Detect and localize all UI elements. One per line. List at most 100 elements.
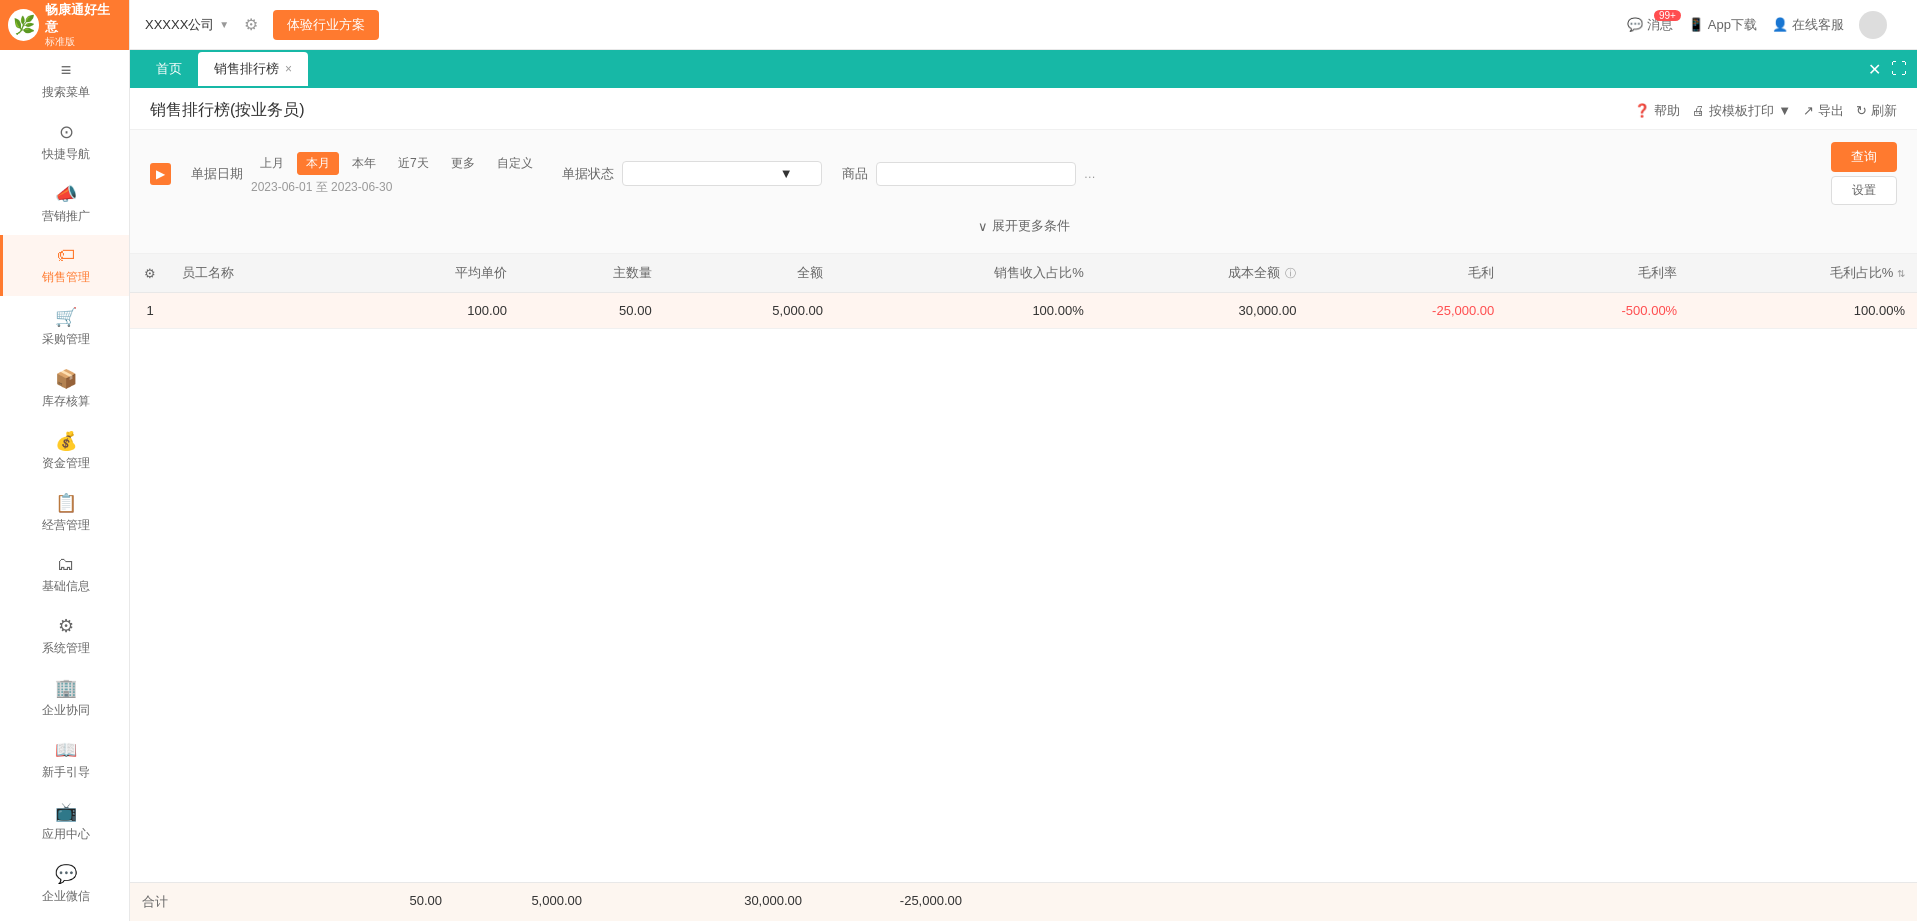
sidebar-item-search[interactable]: ≡ 搜索菜单: [0, 50, 129, 111]
message-button[interactable]: 💬 消息 99+: [1627, 16, 1673, 34]
message-icon: 💬: [1627, 17, 1643, 32]
tab-sales-ranking[interactable]: 销售排行榜 ×: [198, 52, 308, 86]
col-cost: 成本全额 ⓘ: [1096, 254, 1309, 293]
table-container: ⚙ 员工名称 平均单价 主数量 全额 销售收入占比% 成本全额 ⓘ 毛利 毛利率: [130, 254, 1917, 882]
footer-label: 合计: [142, 893, 342, 911]
service-icon: 👤: [1772, 17, 1788, 32]
status-select-arrow: ▼: [780, 166, 793, 181]
expand-window-icon[interactable]: ⛶: [1891, 60, 1907, 78]
tab-close-icon[interactable]: ×: [285, 62, 292, 76]
main-area: XXXXX公司 ▼ ⚙ 体验行业方案 💬 消息 99+ 📱 App下载 👤 在线…: [130, 0, 1917, 921]
col-settings[interactable]: ⚙: [130, 254, 170, 293]
sidebar-item-shortcut[interactable]: ⊙ 快捷导航: [0, 111, 129, 173]
export-button[interactable]: ↗ 导出: [1803, 102, 1844, 120]
system-icon: ⚙: [58, 615, 74, 637]
online-service-button[interactable]: 👤 在线客服: [1772, 16, 1844, 34]
inventory-icon: 📦: [55, 368, 77, 390]
guide-icon: 📖: [55, 739, 77, 761]
cell-main-qty: 50.00: [519, 293, 664, 329]
trial-button[interactable]: 体验行业方案: [273, 10, 379, 40]
operations-icon: 📋: [55, 492, 77, 514]
appstore-icon: 📺: [55, 801, 77, 823]
goods-filter-label: 商品: [842, 165, 868, 183]
sidebar-item-sales[interactable]: 🏷 销售管理: [0, 235, 129, 296]
cell-gross-rate: -500.00%: [1506, 293, 1689, 329]
status-filter-group: 单据状态 ▼: [562, 161, 822, 186]
sidebar-item-inventory[interactable]: 📦 库存核算: [0, 358, 129, 420]
tabbar: 首页 销售排行榜 × ✕ ⛶: [130, 50, 1917, 88]
close-window-icon[interactable]: ✕: [1868, 60, 1881, 79]
page-header: 销售排行榜(按业务员) ❓ 帮助 🖨 按模板打印 ▼ ↗ 导出 ↻ 刷新: [130, 88, 1917, 130]
user-avatar[interactable]: [1859, 11, 1887, 39]
filter-row-1: ▶ 单据日期 上月 本月 本年 近7天 更多 自定义 20: [150, 142, 1897, 205]
expand-more-button[interactable]: ∨ 展开更多条件: [156, 217, 1891, 235]
home-tab-label: 首页: [156, 60, 182, 78]
sidebar-item-appstore[interactable]: 📺 应用中心: [0, 791, 129, 853]
topbar: XXXXX公司 ▼ ⚙ 体验行业方案 💬 消息 99+ 📱 App下载 👤 在线…: [130, 0, 1917, 50]
sidebar-item-guide[interactable]: 📖 新手引导: [0, 729, 129, 791]
sidebar-item-member[interactable]: 👑 畅会员: [0, 915, 129, 921]
print-button[interactable]: 🖨 按模板打印 ▼: [1692, 102, 1791, 120]
help-button[interactable]: ❓ 帮助: [1634, 102, 1680, 120]
footer-main-qty: 50.00: [362, 893, 442, 911]
cell-gross-pct: 100.00%: [1689, 293, 1917, 329]
goods-input[interactable]: [876, 162, 1076, 186]
settings-button[interactable]: 设置: [1831, 176, 1897, 205]
cell-sales-pct: 100.00%: [835, 293, 1096, 329]
filter-actions: 查询 设置: [1831, 142, 1897, 205]
sidebar-item-finance[interactable]: 💰 资金管理: [0, 420, 129, 482]
service-label: 在线客服: [1792, 16, 1844, 34]
col-gross: 毛利: [1308, 254, 1506, 293]
sidebar-item-wechat[interactable]: 💬 企业微信: [0, 853, 129, 915]
gross-pct-sort-icon[interactable]: ⇅: [1897, 268, 1905, 279]
sidebar-item-marketing[interactable]: 📣 营销推广: [0, 173, 129, 235]
sidebar-item-system[interactable]: ⚙ 系统管理: [0, 605, 129, 667]
date-tab-this-month[interactable]: 本月: [297, 152, 339, 175]
company-name: XXXXX公司: [145, 16, 214, 34]
sidebar-item-operations[interactable]: 📋 经营管理: [0, 482, 129, 544]
app-icon: 📱: [1688, 17, 1704, 32]
filter-expand-icon[interactable]: ▶: [150, 163, 171, 185]
export-icon: ↗: [1803, 103, 1814, 118]
page-title: 销售排行榜(按业务员): [150, 100, 305, 121]
sales-ranking-table: ⚙ 员工名称 平均单价 主数量 全额 销售收入占比% 成本全额 ⓘ 毛利 毛利率: [130, 254, 1917, 329]
goods-more-icon[interactable]: …: [1084, 167, 1096, 181]
sidebar-item-purchase[interactable]: 🛒 采购管理: [0, 296, 129, 358]
marketing-icon: 📣: [55, 183, 77, 205]
date-tab-more[interactable]: 更多: [442, 152, 484, 175]
message-badge: 99+: [1654, 10, 1681, 21]
sidebar-logo: 🌿 畅康通好生意 标准版: [0, 0, 129, 50]
cell-rank: 1: [130, 293, 170, 329]
date-range-display: 2023-06-01 至 2023-06-30: [251, 179, 542, 196]
query-button[interactable]: 查询: [1831, 142, 1897, 172]
logo-text: 畅康通好生意 标准版: [45, 2, 121, 49]
date-tab-this-year[interactable]: 本年: [343, 152, 385, 175]
column-settings-icon[interactable]: ⚙: [144, 266, 156, 281]
footer-gross: -25,000.00: [882, 893, 962, 911]
status-select[interactable]: ▼: [622, 161, 822, 186]
settings-gear-icon[interactable]: ⚙: [244, 15, 258, 34]
col-gross-rate: 毛利率: [1506, 254, 1689, 293]
cost-info-icon[interactable]: ⓘ: [1285, 267, 1296, 279]
date-tab-custom[interactable]: 自定义: [488, 152, 542, 175]
table-row: 1 100.00 50.00 5,000.00 100.00% 30,000.0…: [130, 293, 1917, 329]
sidebar-item-corp[interactable]: 🏢 企业协同: [0, 667, 129, 729]
sales-icon: 🏷: [57, 245, 75, 266]
date-tab-last-month[interactable]: 上月: [251, 152, 293, 175]
sidebar-item-basic[interactable]: 🗂 基础信息: [0, 544, 129, 605]
cell-avg-price: 100.00: [345, 293, 520, 329]
date-tab-7days[interactable]: 近7天: [389, 152, 438, 175]
filter-toggle-icon[interactable]: ▶: [150, 163, 171, 185]
corp-icon: 🏢: [55, 677, 77, 699]
date-tabs: 上月 本月 本年 近7天 更多 自定义: [251, 152, 542, 175]
refresh-button[interactable]: ↻ 刷新: [1856, 102, 1897, 120]
cell-cost: 30,000.00: [1096, 293, 1309, 329]
company-selector[interactable]: XXXXX公司 ▼: [145, 16, 229, 34]
active-tab-label: 销售排行榜: [214, 60, 279, 78]
page-actions: ❓ 帮助 🖨 按模板打印 ▼ ↗ 导出 ↻ 刷新: [1634, 102, 1897, 120]
col-main-qty: 主数量: [519, 254, 664, 293]
wechat-icon: 💬: [55, 863, 77, 885]
table-footer: 合计 50.00 5,000.00 30,000.00 -25,000.00: [130, 882, 1917, 921]
tab-home[interactable]: 首页: [140, 52, 198, 86]
app-download-button[interactable]: 📱 App下载: [1688, 16, 1757, 34]
